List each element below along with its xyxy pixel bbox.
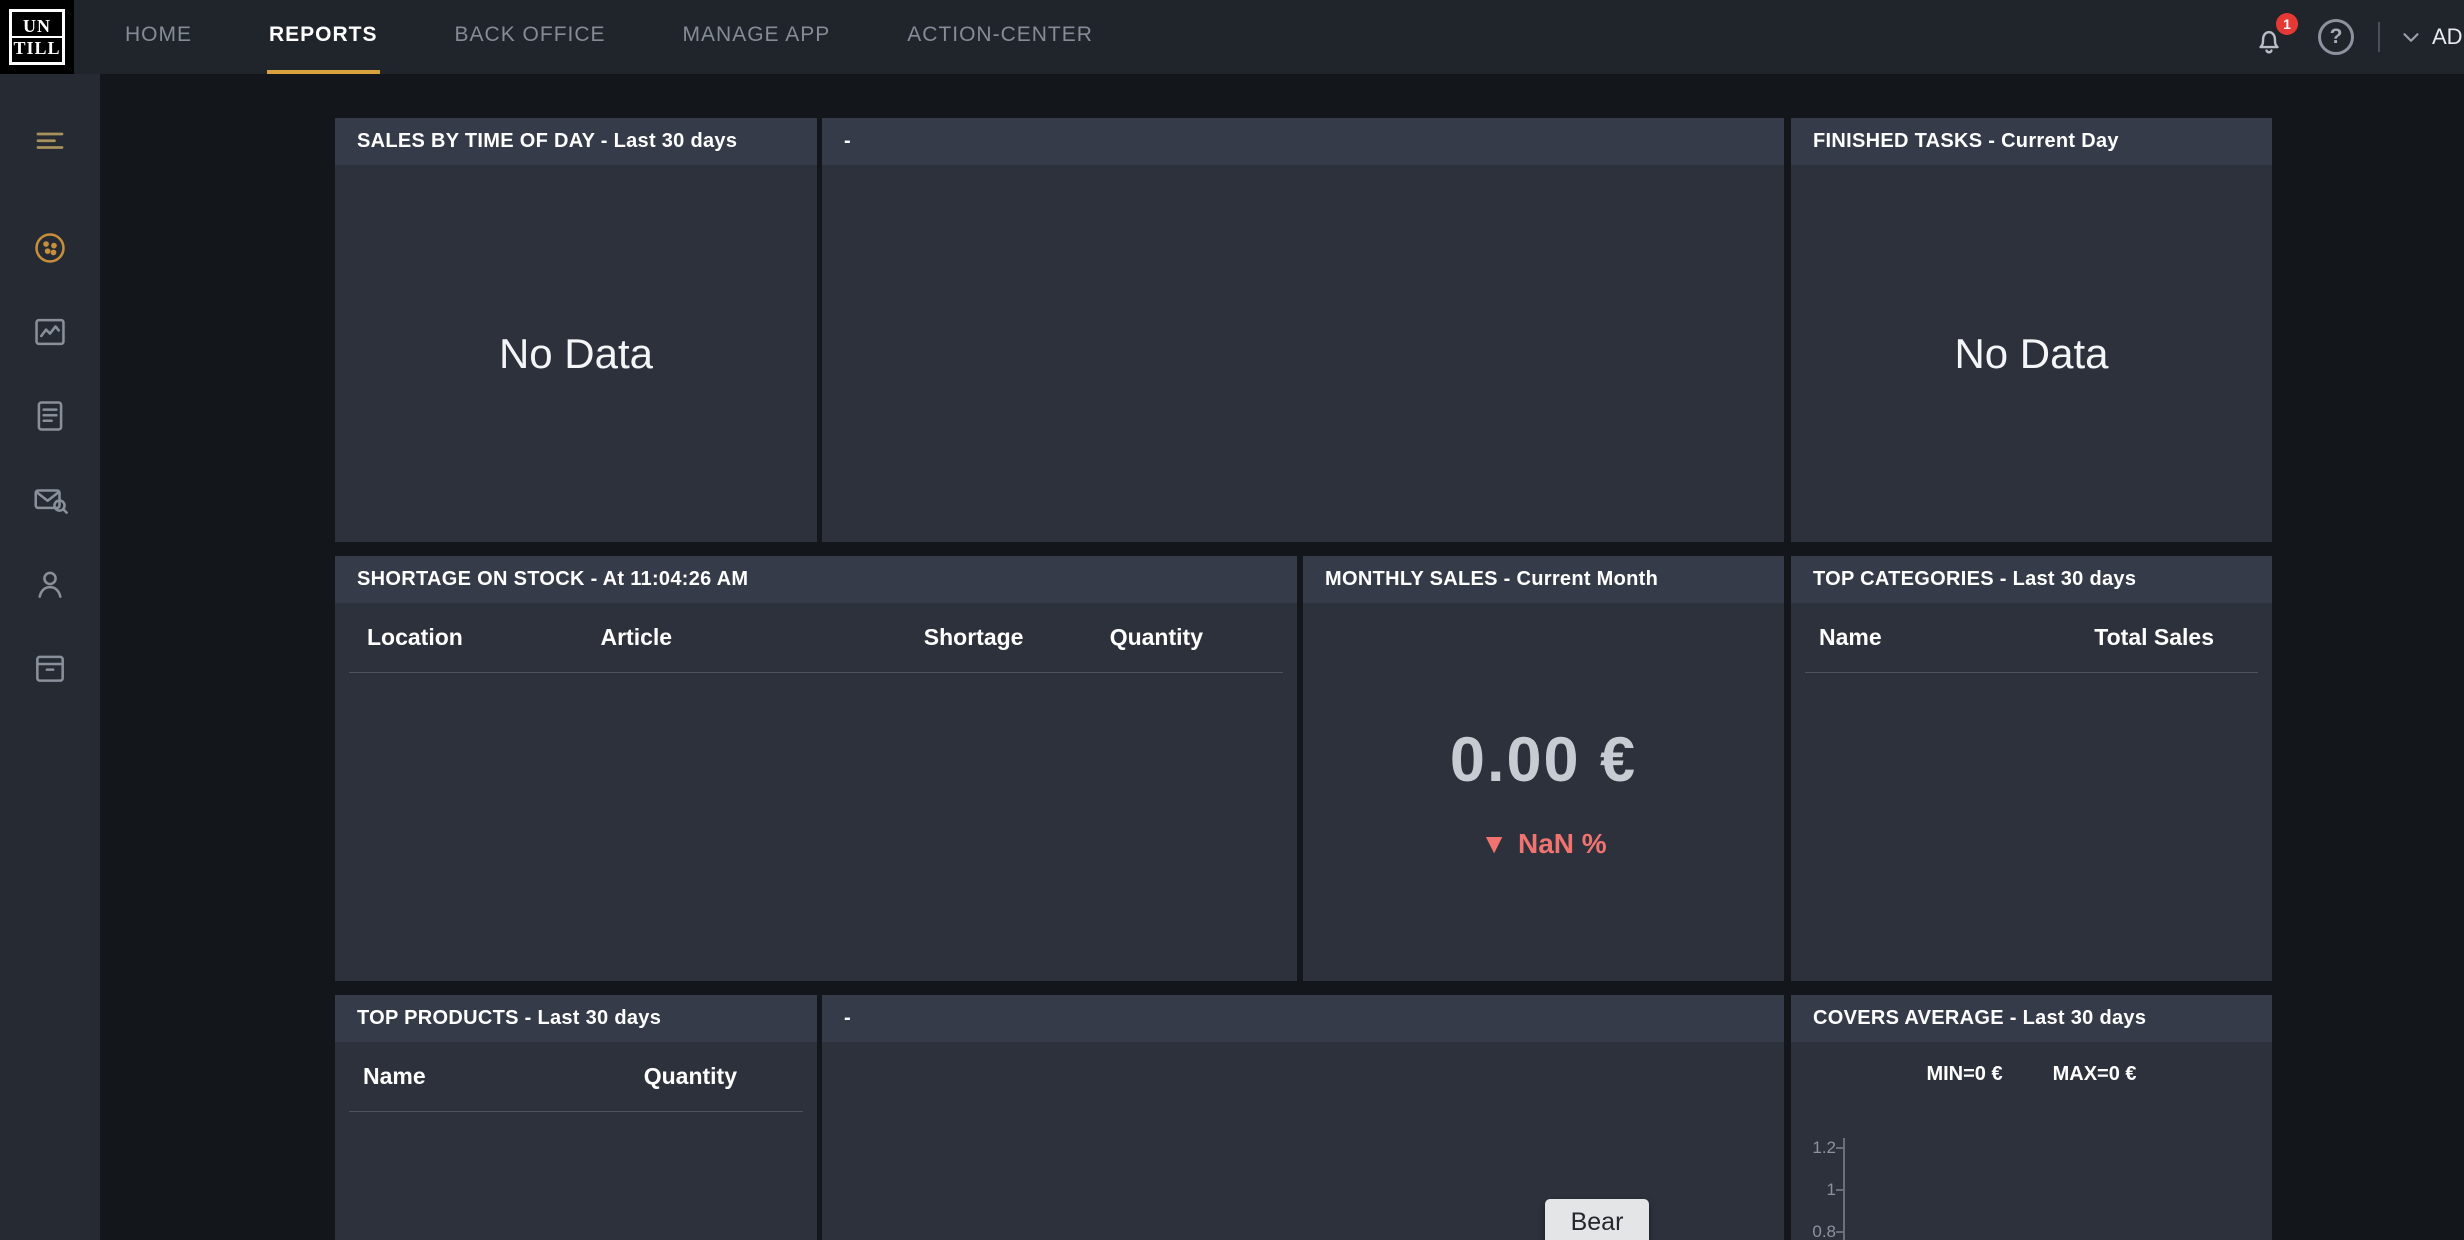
user-menu-chevron[interactable] — [2396, 22, 2426, 52]
notification-badge: 1 — [2276, 13, 2298, 35]
document-list-icon — [37, 401, 63, 431]
panel-top-categories-title: TOP CATEGORIES - Last 30 days — [1791, 556, 2272, 603]
column-header-total-sales: Total Sales — [2094, 624, 2214, 650]
sidebar-menu-toggle[interactable] — [32, 122, 68, 163]
delta-percent-text: NaN % — [1518, 828, 1607, 859]
top-navigation-bar: UN TILL HOME REPORTS BACK OFFICE MANAGE … — [0, 0, 2464, 74]
panel-monthly-sales-title: MONTHLY SALES - Current Month — [1303, 556, 1784, 603]
sidebar-item-clients[interactable] — [31, 565, 69, 603]
panel-untitled-top-body — [822, 165, 1784, 542]
logo-line2: TILL — [10, 36, 64, 58]
panel-sales-by-time-title: SALES BY TIME OF DAY - Last 30 days — [335, 118, 817, 165]
y-axis-line — [1843, 1138, 1845, 1240]
panel-finished-tasks: FINISHED TASKS - Current Day No Data — [1791, 118, 2272, 542]
top-categories-table-header: Name Total Sales — [1805, 603, 2258, 673]
covers-minmax-row: MIN=0 € MAX=0 € — [1791, 1063, 2272, 1086]
panel-untitled-bottom-title: - — [822, 995, 1784, 1042]
help-question-mark: ? — [2329, 25, 2343, 48]
panel-top-categories: TOP CATEGORIES - Last 30 days Name Total… — [1791, 556, 2272, 981]
sales-by-time-empty-state: No Data — [498, 329, 654, 377]
archive-box-icon — [36, 655, 64, 682]
nav-reports[interactable]: REPORTS — [267, 0, 380, 74]
cookie-dashboard-icon — [35, 233, 65, 263]
column-header-quantity: Quantity — [643, 1063, 737, 1089]
monthly-sales-value: 0.00 € — [1449, 725, 1638, 795]
top-products-table-header: Name Quantity — [349, 1042, 803, 1112]
column-header-quantity: Quantity — [1109, 624, 1203, 650]
panel-untitled-top-title: - — [822, 118, 1784, 165]
panel-untitled-top: - — [822, 118, 1784, 542]
nav-back-office[interactable]: BACK OFFICE — [453, 0, 608, 74]
nav-action-center[interactable]: ACTION-CENTER — [905, 0, 1095, 74]
topbar-right-cluster: 1 ? AD — [2252, 0, 2463, 74]
panel-covers-average-title: COVERS AVERAGE - Last 30 days — [1791, 995, 2272, 1042]
panel-monthly-sales: MONTHLY SALES - Current Month 0.00 € ▼ N… — [1303, 556, 1784, 981]
y-tick-0-8: 0.8 — [1812, 1222, 1836, 1240]
envelope-magnifier-icon — [34, 489, 68, 514]
logo-line1: UN — [23, 16, 51, 36]
sidebar-item-sales-reports[interactable] — [31, 313, 69, 351]
sidebar-item-documents[interactable] — [31, 397, 69, 435]
sidebar-item-mail-search[interactable] — [31, 481, 69, 519]
chart-report-icon — [35, 318, 65, 346]
panel-covers-average: COVERS AVERAGE - Last 30 days MIN=0 € MA… — [1791, 995, 2272, 1240]
sidebar-item-stock[interactable] — [31, 649, 69, 687]
chevron-down-icon — [2403, 33, 2419, 42]
panel-shortage-on-stock: SHORTAGE ON STOCK - At 11:04:26 AM Locat… — [335, 556, 1297, 981]
finished-tasks-empty-state: No Data — [1954, 329, 2109, 377]
nav-home[interactable]: HOME — [123, 0, 194, 74]
y-tick-1-2: 1.2 — [1812, 1138, 1836, 1157]
panel-shortage-title: SHORTAGE ON STOCK - At 11:04:26 AM — [335, 556, 1297, 603]
column-header-name: Name — [1819, 624, 1882, 650]
column-header-article: Article — [600, 624, 673, 650]
covers-min-label: MIN=0 € — [1926, 1063, 2003, 1085]
notifications-button[interactable]: 1 — [2252, 13, 2298, 59]
untill-logo-box: UN TILL — [9, 9, 65, 65]
covers-max-label: MAX=0 € — [2052, 1063, 2137, 1085]
chart-tooltip-bear: Bear — [1545, 1199, 1649, 1240]
shortage-table-header: Location Article Shortage Quantity — [349, 603, 1283, 673]
user-menu-label[interactable]: AD — [2432, 24, 2463, 50]
hamburger-icon — [36, 132, 64, 149]
person-icon — [38, 571, 62, 598]
covers-chart-y-axis: 1.2 1 0.8 — [1791, 1127, 2272, 1240]
left-sidebar — [0, 74, 100, 1240]
help-button[interactable]: ? — [2318, 19, 2354, 55]
panel-top-products-title: TOP PRODUCTS - Last 30 days — [335, 995, 817, 1042]
column-header-location: Location — [367, 624, 463, 650]
monthly-sales-delta: ▼ NaN % — [1480, 828, 1606, 860]
panel-top-products: TOP PRODUCTS - Last 30 days Name Quantit… — [335, 995, 817, 1240]
topbar-divider — [2378, 22, 2380, 52]
nav-manage-app[interactable]: MANAGE APP — [681, 0, 833, 74]
panel-finished-tasks-title: FINISHED TASKS - Current Day — [1791, 118, 2272, 165]
y-tick-1: 1 — [1826, 1180, 1836, 1199]
delta-down-arrow-icon: ▼ — [1480, 828, 1508, 859]
column-header-name: Name — [363, 1063, 426, 1089]
panel-sales-by-time: SALES BY TIME OF DAY - Last 30 days No D… — [335, 118, 817, 542]
panel-untitled-bottom: - Bear — [822, 995, 1784, 1240]
untill-logo[interactable]: UN TILL — [0, 0, 74, 74]
dashboard-app: UN TILL HOME REPORTS BACK OFFICE MANAGE … — [0, 0, 2464, 1240]
sidebar-item-dashboard[interactable] — [31, 229, 69, 267]
main-nav: HOME REPORTS BACK OFFICE MANAGE APP ACTI… — [123, 0, 1168, 74]
column-header-shortage: Shortage — [923, 624, 1024, 650]
